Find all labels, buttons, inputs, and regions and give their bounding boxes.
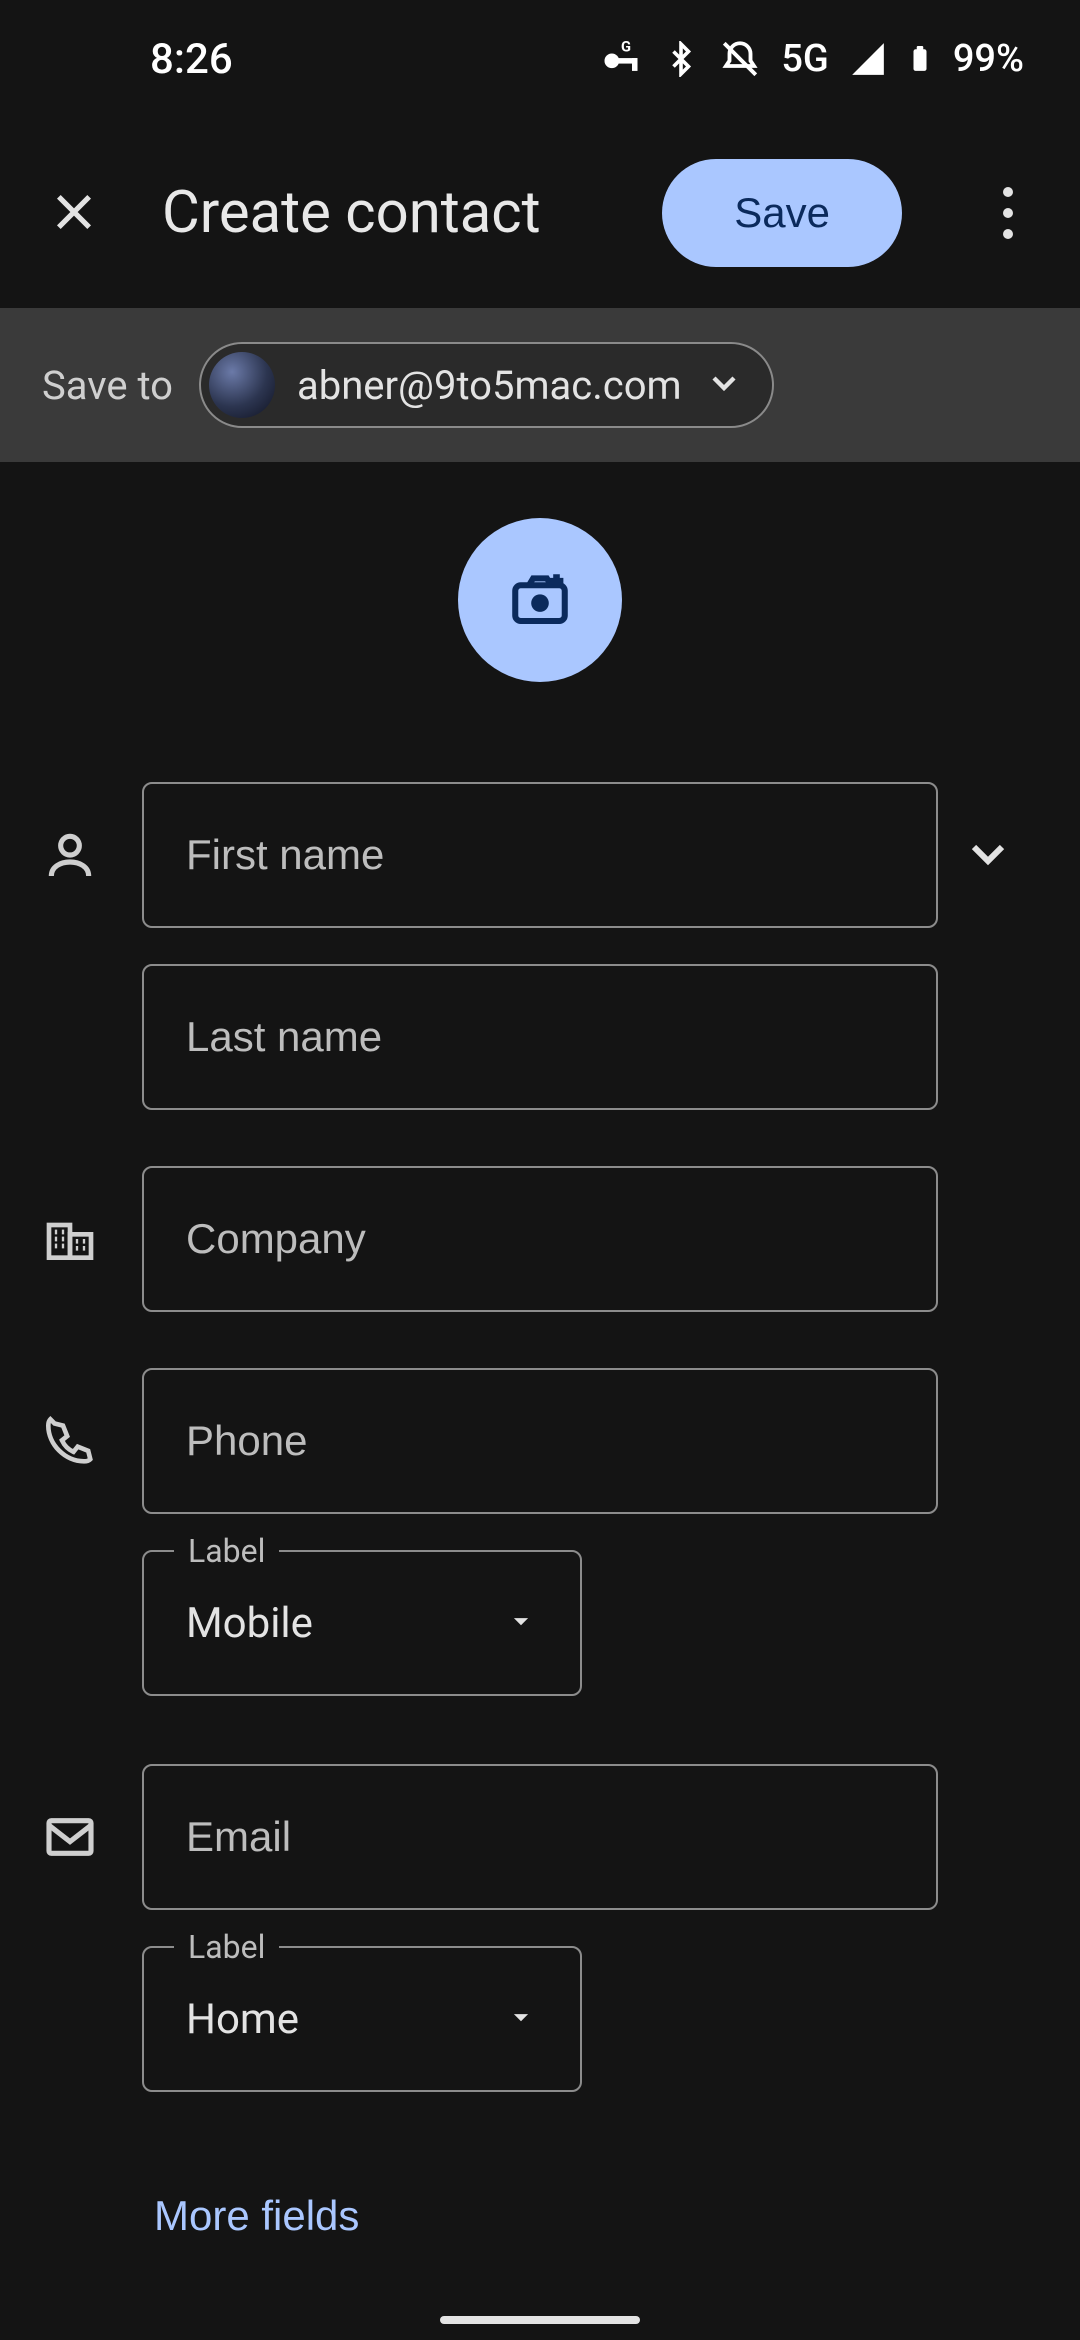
email-label-select[interactable]: Label Home	[142, 1946, 582, 2092]
overflow-menu-button[interactable]	[972, 177, 1044, 249]
svg-text:G: G	[621, 38, 631, 56]
nav-indicator	[440, 2316, 640, 2324]
battery-percent: 99%	[953, 37, 1024, 81]
dnd-off-icon	[719, 38, 761, 80]
close-button[interactable]	[38, 177, 110, 249]
email-row	[42, 1764, 1038, 1910]
chevron-down-icon	[960, 826, 1016, 885]
email-field[interactable]	[142, 1764, 938, 1910]
more-vert-icon	[1003, 187, 1013, 239]
last-name-field[interactable]	[142, 964, 938, 1110]
close-icon	[48, 186, 100, 241]
status-time: 8:26	[150, 35, 233, 84]
phone-field[interactable]	[142, 1368, 938, 1514]
more-fields-button[interactable]: More fields	[154, 2192, 359, 2240]
vpn-key-icon: G	[599, 37, 643, 81]
avatar	[209, 352, 275, 418]
email-input[interactable]	[186, 1813, 894, 1861]
account-selector-chip[interactable]: abner@9to5mac.com	[199, 342, 774, 428]
bluetooth-icon	[663, 41, 699, 77]
first-name-input[interactable]	[186, 831, 894, 879]
phone-label-caption: Label	[174, 1532, 279, 1570]
chevron-down-icon	[704, 363, 744, 407]
phone-label-value: Mobile	[186, 1599, 313, 1648]
save-button[interactable]: Save	[662, 159, 902, 267]
network-label: 5G	[781, 37, 828, 81]
app-bar: Create contact Save	[0, 118, 1080, 308]
battery-icon	[907, 38, 933, 80]
email-label-caption: Label	[174, 1928, 279, 1966]
company-field[interactable]	[142, 1166, 938, 1312]
last-name-row	[42, 964, 1038, 1110]
expand-name-button[interactable]	[952, 819, 1024, 891]
email-icon	[42, 1809, 142, 1865]
phone-input[interactable]	[186, 1417, 894, 1465]
dropdown-caret-icon	[504, 1604, 538, 1642]
account-email: abner@9to5mac.com	[297, 362, 682, 409]
page-title: Create contact	[162, 179, 610, 247]
add-photo-button[interactable]	[458, 518, 622, 682]
phone-icon	[42, 1413, 142, 1469]
status-right: G 5G 99%	[599, 37, 1024, 81]
first-name-field[interactable]	[142, 782, 938, 928]
phone-row	[42, 1368, 1038, 1514]
company-input[interactable]	[186, 1215, 894, 1263]
status-bar: 8:26 G 5G 99%	[0, 0, 1080, 118]
photo-area	[0, 462, 1080, 782]
first-name-row	[42, 782, 1038, 928]
save-to-bar: Save to abner@9to5mac.com	[0, 308, 1080, 462]
add-photo-icon	[507, 566, 573, 635]
save-to-label: Save to	[42, 362, 173, 409]
contact-form: Label Mobile Label Home More fields	[0, 782, 1080, 2240]
phone-label-select[interactable]: Label Mobile	[142, 1550, 582, 1696]
signal-icon	[849, 40, 887, 78]
dropdown-caret-icon	[504, 2000, 538, 2038]
email-label-value: Home	[186, 1995, 299, 2044]
person-icon	[42, 827, 142, 883]
company-row	[42, 1166, 1038, 1312]
last-name-input[interactable]	[186, 1013, 894, 1061]
company-icon	[42, 1211, 142, 1267]
